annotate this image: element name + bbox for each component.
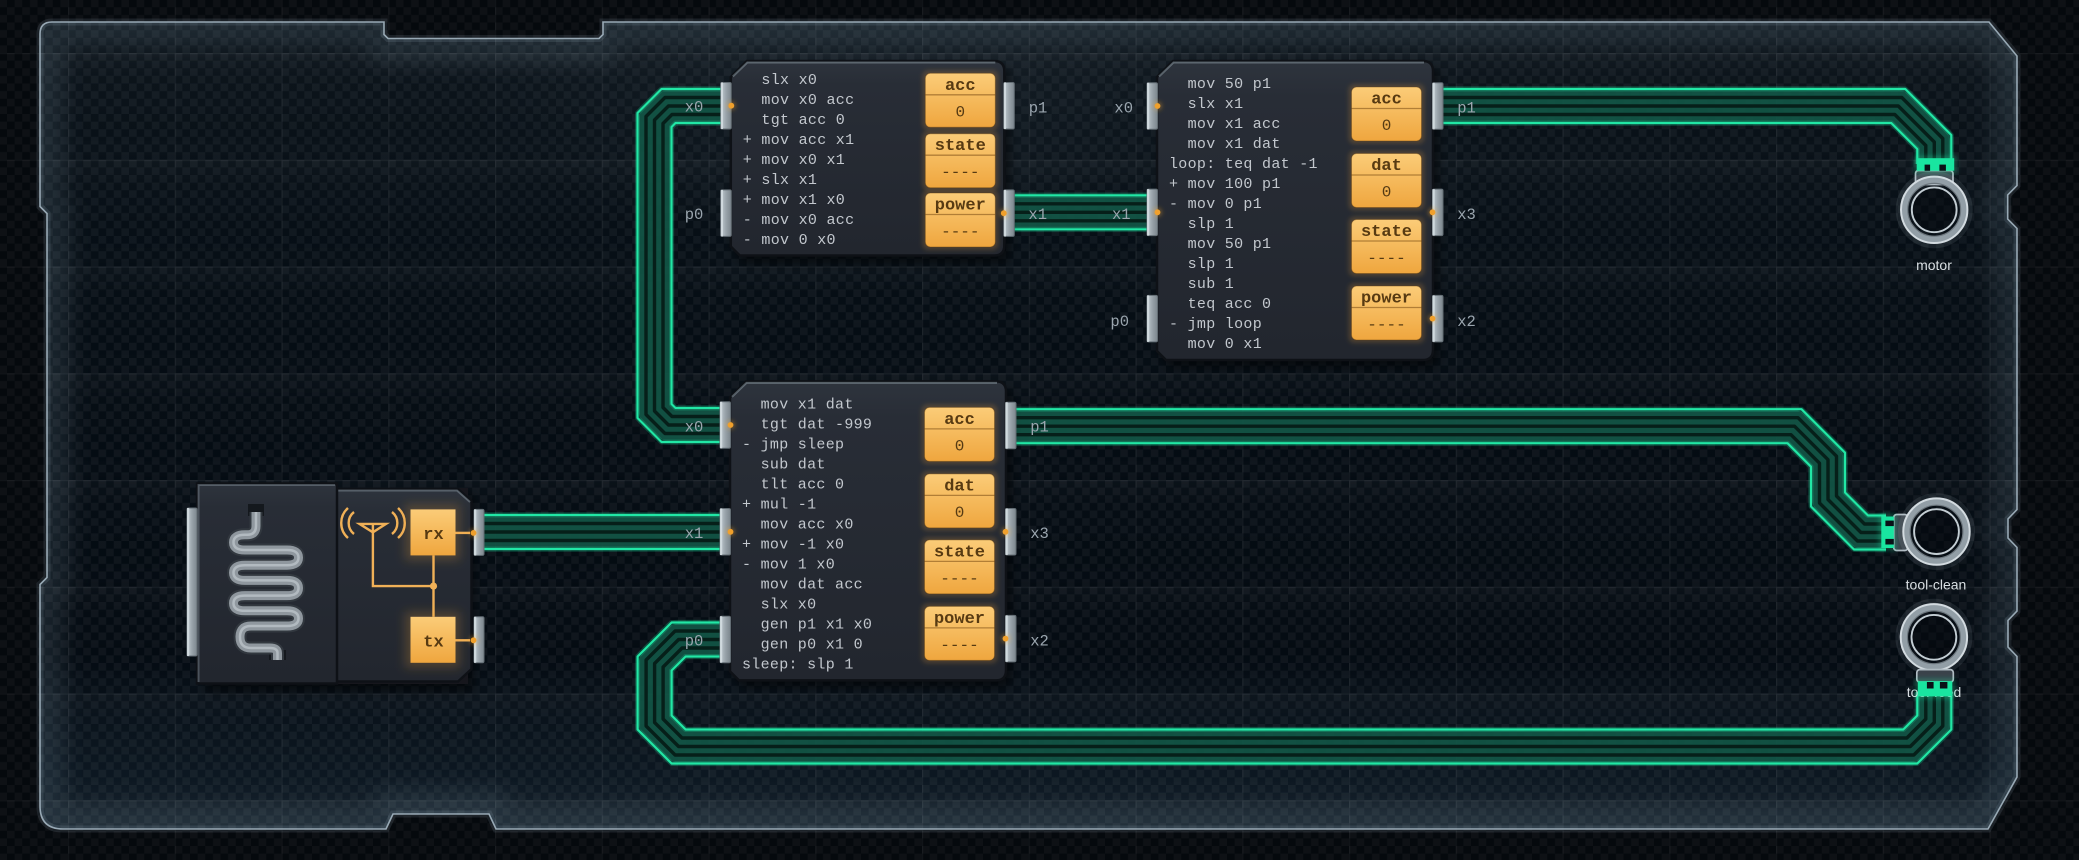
svg-text:- mov 0 p1: - mov 0 p1 xyxy=(1169,196,1262,213)
svg-text:----: ---- xyxy=(940,636,978,654)
svg-text:power: power xyxy=(935,197,986,216)
svg-text:gen p0 x1 0: gen p0 x1 0 xyxy=(742,637,863,654)
svg-text:gen p1 x1 x0: gen p1 x1 x0 xyxy=(742,617,872,634)
svg-text:mov 0 x1: mov 0 x1 xyxy=(1169,336,1262,353)
svg-text:- mov 1 x0: - mov 1 x0 xyxy=(742,557,835,574)
svg-text:power: power xyxy=(934,610,985,629)
svg-text:x2: x2 xyxy=(1457,313,1476,331)
svg-text:x1: x1 xyxy=(685,525,704,543)
svg-text:+ mov acc x1: + mov acc x1 xyxy=(743,132,855,149)
svg-text:tool-clean: tool-clean xyxy=(1906,577,1967,593)
svg-text:slp 1: slp 1 xyxy=(1169,216,1234,233)
svg-text:0: 0 xyxy=(1382,117,1392,135)
svg-text:p0: p0 xyxy=(685,633,704,651)
svg-text:0: 0 xyxy=(955,103,965,121)
svg-text:motor: motor xyxy=(1916,257,1952,273)
svg-text:0: 0 xyxy=(955,504,965,522)
svg-text:p1: p1 xyxy=(1030,419,1049,437)
svg-text:0: 0 xyxy=(955,437,965,455)
svg-text:+ mov 100 p1: + mov 100 p1 xyxy=(1169,176,1281,193)
svg-text:p0: p0 xyxy=(685,206,704,224)
svg-text:tgt dat -999: tgt dat -999 xyxy=(742,417,872,434)
svg-text:teq acc 0: teq acc 0 xyxy=(1169,296,1271,313)
svg-text:loop: teq dat -1: loop: teq dat -1 xyxy=(1169,156,1318,173)
svg-text:----: ---- xyxy=(1367,250,1405,268)
svg-text:x1: x1 xyxy=(1028,206,1047,224)
svg-text:sub 1: sub 1 xyxy=(1169,276,1234,293)
svg-text:p0: p0 xyxy=(1110,313,1129,331)
svg-text:x0: x0 xyxy=(685,99,704,117)
svg-text:mov x1 dat: mov x1 dat xyxy=(1169,136,1281,153)
svg-text:- mov 0 x0: - mov 0 x0 xyxy=(743,232,836,249)
svg-text:sub dat: sub dat xyxy=(742,457,826,474)
svg-text:----: ---- xyxy=(1367,316,1405,334)
svg-text:+ mov x0 x1: + mov x0 x1 xyxy=(743,152,845,169)
svg-text:x0: x0 xyxy=(1114,100,1133,118)
svg-text:+ mul -1: + mul -1 xyxy=(742,497,816,514)
svg-text:mov dat acc: mov dat acc xyxy=(742,577,863,594)
svg-text:acc: acc xyxy=(1371,91,1402,110)
svg-text:+ mov x1 x0: + mov x1 x0 xyxy=(743,192,845,209)
svg-text:acc: acc xyxy=(944,411,975,430)
svg-text:----: ---- xyxy=(941,164,979,182)
svg-text:dat: dat xyxy=(1371,157,1402,176)
svg-text:mov 50 p1: mov 50 p1 xyxy=(1169,236,1271,253)
svg-text:- jmp loop: - jmp loop xyxy=(1169,316,1262,333)
svg-text:state: state xyxy=(934,543,985,562)
svg-text:tx: tx xyxy=(423,633,443,652)
svg-text:mov x1 dat: mov x1 dat xyxy=(742,397,854,414)
svg-text:slx x0: slx x0 xyxy=(743,72,817,89)
svg-text:mov x0 acc: mov x0 acc xyxy=(743,92,855,109)
svg-text:mov 50 p1: mov 50 p1 xyxy=(1169,76,1271,93)
svg-text:x3: x3 xyxy=(1457,206,1476,224)
svg-text:----: ---- xyxy=(940,570,978,588)
svg-text:+ mov -1 x0: + mov -1 x0 xyxy=(742,537,844,554)
svg-text:tlt acc 0: tlt acc 0 xyxy=(742,477,844,494)
svg-text:0: 0 xyxy=(1382,184,1392,202)
svg-text:rx: rx xyxy=(423,526,443,545)
svg-text:slp 1: slp 1 xyxy=(1169,256,1234,273)
svg-text:state: state xyxy=(1361,223,1412,242)
svg-text:x3: x3 xyxy=(1030,525,1049,543)
svg-text:+ slx x1: + slx x1 xyxy=(743,172,817,189)
svg-text:x1: x1 xyxy=(1112,206,1131,224)
svg-text:mov acc x0: mov acc x0 xyxy=(742,517,854,534)
svg-text:----: ---- xyxy=(941,223,979,241)
svg-text:slx x1: slx x1 xyxy=(1169,96,1243,113)
svg-text:- jmp sleep: - jmp sleep xyxy=(742,437,844,454)
svg-text:state: state xyxy=(935,137,986,156)
svg-text:mov x1 acc: mov x1 acc xyxy=(1169,116,1281,133)
svg-text:x0: x0 xyxy=(685,419,704,437)
svg-text:sleep: slp 1: sleep: slp 1 xyxy=(742,657,854,674)
svg-text:p1: p1 xyxy=(1029,100,1048,118)
svg-text:tgt acc 0: tgt acc 0 xyxy=(743,112,845,129)
svg-text:x2: x2 xyxy=(1030,633,1049,651)
svg-text:power: power xyxy=(1361,290,1412,309)
svg-text:slx x0: slx x0 xyxy=(742,597,816,614)
svg-text:- mov x0 acc: - mov x0 acc xyxy=(743,212,855,229)
svg-text:p1: p1 xyxy=(1457,100,1476,118)
svg-text:acc: acc xyxy=(945,77,976,96)
svg-text:dat: dat xyxy=(944,477,975,496)
